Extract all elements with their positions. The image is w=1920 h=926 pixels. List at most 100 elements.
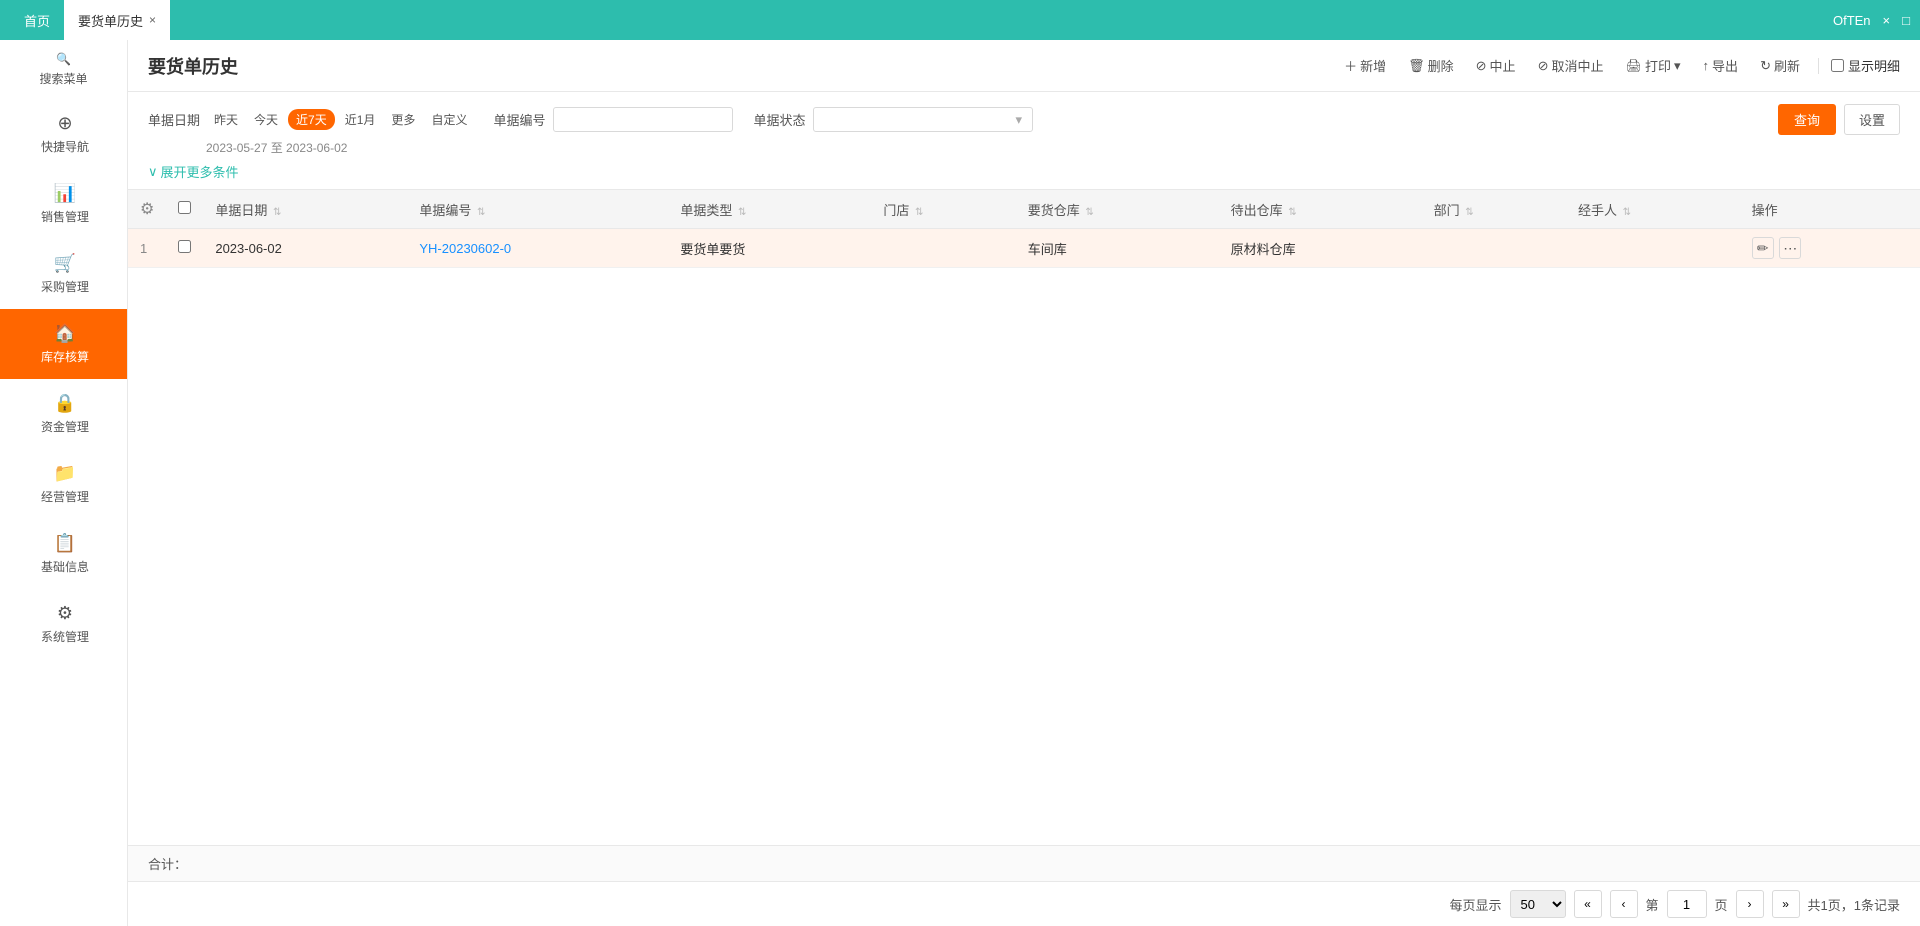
delete-label: 删除	[1428, 56, 1454, 75]
stop-button[interactable]: ⊘ 中止	[1470, 52, 1522, 79]
row-num: 1	[140, 241, 147, 256]
pagination-bar: 每页显示 10 20 50 100 « ‹ 第 页 › » 共1页，1条记录	[128, 881, 1920, 926]
cancel-stop-button[interactable]: ⊘ 取消中止	[1532, 52, 1610, 79]
date-range-display: 2023-05-27 至 2023-06-02	[148, 139, 1900, 156]
row-edit-button[interactable]: ✏	[1752, 237, 1774, 259]
date-7days[interactable]: 近7天	[288, 109, 335, 130]
th-req-warehouse: 要货仓库 ⇅	[1016, 190, 1219, 229]
date-custom[interactable]: 自定义	[425, 109, 473, 130]
sidebar-item-sales[interactable]: 📊 销售管理	[0, 169, 127, 239]
new-label: 新增	[1360, 56, 1386, 75]
th-handler: 经手人 ⇅	[1566, 190, 1740, 229]
sidebar-item-purchase[interactable]: 🛒 采购管理	[0, 239, 127, 309]
cancel-stop-icon: ⊘	[1538, 58, 1549, 74]
sort-date-icon[interactable]: ⇅	[273, 207, 281, 218]
chevron-down-icon: ∨	[148, 164, 158, 180]
sidebar-item-basic-info[interactable]: 📋 基础信息	[0, 519, 127, 589]
refresh-button[interactable]: ↻ 刷新	[1754, 52, 1806, 79]
delete-button[interactable]: 🗑 删除	[1402, 52, 1460, 79]
th-ops: 操作	[1740, 190, 1920, 229]
row-more-button[interactable]: ⋯	[1779, 237, 1801, 259]
th-pending-warehouse-label: 待出仓库	[1231, 203, 1283, 218]
export-button[interactable]: ↑ 导出	[1697, 52, 1745, 79]
sort-req-warehouse-icon[interactable]: ⇅	[1085, 207, 1093, 218]
sort-handler-icon[interactable]: ⇅	[1623, 207, 1631, 218]
print-button[interactable]: 🖨 打印 ▾	[1619, 52, 1686, 79]
th-date: 单据日期 ⇅	[203, 190, 407, 229]
often-label: OfTEn	[1833, 13, 1871, 28]
cell-bill-type: 要货单要货	[668, 229, 871, 268]
sidebar-item-label: 采购管理	[41, 278, 89, 295]
query-button[interactable]: 查询	[1778, 104, 1836, 135]
page-prefix-label: 第	[1646, 895, 1659, 914]
expand-more-btn[interactable]: ∨ 展开更多条件	[148, 162, 1900, 181]
expand-more-label: 展开更多条件	[161, 162, 239, 181]
basic-info-icon: 📋	[54, 533, 76, 554]
print-label: 打印	[1645, 56, 1671, 75]
tab-close-icon[interactable]: ×	[149, 13, 156, 27]
operations-icon: 📁	[54, 463, 76, 484]
sidebar: 🔍 搜索菜单 ⊕ 快捷导航 📊 销售管理 🛒 采购管理 🏠 库存核算 🔒 资金管…	[0, 40, 128, 926]
first-page-button[interactable]: «	[1574, 890, 1602, 918]
sort-pending-warehouse-icon[interactable]: ⇅	[1288, 207, 1296, 218]
row-checkbox[interactable]	[178, 240, 191, 253]
export-label: 导出	[1712, 56, 1738, 75]
sidebar-search-label: 搜索菜单	[39, 70, 87, 87]
page-header: 要货单历史 ＋ 新增 🗑 删除 ⊘ 中止 ⊘ 取消中止	[128, 40, 1920, 92]
tab-home[interactable]: 首页	[10, 0, 64, 40]
date-1month[interactable]: 近1月	[339, 109, 382, 130]
page-number-input[interactable]	[1667, 890, 1707, 918]
column-settings-icon[interactable]: ⚙	[140, 201, 154, 218]
th-settings: ⚙	[128, 190, 166, 229]
finance-icon: 🔒	[54, 393, 76, 414]
show-detail-checkbox-group[interactable]: 显示明细	[1831, 56, 1900, 75]
purchase-icon: 🛒	[54, 253, 76, 274]
sort-department-icon[interactable]: ⇅	[1465, 207, 1473, 218]
sort-bill-type-icon[interactable]: ⇅	[738, 207, 746, 218]
last-page-button[interactable]: »	[1772, 890, 1800, 918]
sidebar-item-inventory[interactable]: 🏠 库存核算	[0, 309, 127, 379]
cell-settings: 1	[128, 229, 166, 268]
main-layout: 🔍 搜索菜单 ⊕ 快捷导航 📊 销售管理 🛒 采购管理 🏠 库存核算 🔒 资金管…	[0, 40, 1920, 926]
window-close-icon[interactable]: ×	[1883, 13, 1891, 28]
inventory-icon: 🏠	[54, 323, 76, 344]
prev-page-button[interactable]: ‹	[1610, 890, 1638, 918]
status-dropdown-icon[interactable]: ▾	[1015, 112, 1022, 128]
th-bill-no: 单据编号 ⇅	[407, 190, 668, 229]
per-page-label: 每页显示	[1449, 895, 1501, 914]
sidebar-item-quick-nav[interactable]: ⊕ 快捷导航	[0, 99, 127, 169]
next-page-button[interactable]: ›	[1736, 890, 1764, 918]
settings-button[interactable]: 设置	[1844, 104, 1900, 135]
new-button[interactable]: ＋ 新增	[1338, 52, 1392, 79]
footer-total-label: 合计：	[148, 854, 187, 873]
show-detail-checkbox[interactable]	[1831, 59, 1844, 72]
cell-date: 2023-06-02	[203, 229, 407, 268]
date-more[interactable]: 更多	[385, 109, 421, 130]
th-pending-warehouse: 待出仓库 ⇅	[1219, 190, 1422, 229]
sidebar-item-operations[interactable]: 📁 经营管理	[0, 449, 127, 519]
status-input[interactable]	[813, 107, 1033, 132]
per-page-select[interactable]: 10 20 50 100	[1510, 890, 1566, 918]
window-maximize-icon[interactable]: □	[1902, 13, 1910, 28]
sales-icon: 📊	[54, 183, 76, 204]
stop-label: 中止	[1490, 56, 1516, 75]
page-title: 要货单历史	[148, 53, 238, 79]
tab-requisition-history[interactable]: 要货单历史 ×	[64, 0, 170, 40]
plus-icon: ＋	[1344, 56, 1357, 75]
sidebar-item-finance[interactable]: 🔒 资金管理	[0, 379, 127, 449]
select-all-checkbox[interactable]	[178, 201, 191, 214]
header-actions: ＋ 新增 🗑 删除 ⊘ 中止 ⊘ 取消中止 🖨 打印	[1338, 52, 1900, 79]
sidebar-search[interactable]: 🔍 搜索菜单	[0, 40, 127, 99]
cell-checkbox	[166, 229, 203, 268]
bill-no-input[interactable]	[553, 107, 733, 132]
date-filter-group: 单据日期 昨天 今天 近7天 近1月 更多 自定义	[148, 109, 473, 130]
table-header-row: ⚙ 单据日期 ⇅ 单据编号 ⇅	[128, 190, 1920, 229]
sidebar-item-system[interactable]: ⚙ 系统管理	[0, 589, 127, 659]
date-today[interactable]: 今天	[248, 109, 284, 130]
sort-bill-no-icon[interactable]: ⇅	[477, 207, 485, 218]
th-bill-type: 单据类型 ⇅	[668, 190, 871, 229]
th-handler-label: 经手人	[1578, 203, 1617, 218]
date-yesterday[interactable]: 昨天	[208, 109, 244, 130]
bill-no-link[interactable]: YH-20230602-0	[419, 241, 511, 256]
sort-store-icon[interactable]: ⇅	[915, 207, 923, 218]
